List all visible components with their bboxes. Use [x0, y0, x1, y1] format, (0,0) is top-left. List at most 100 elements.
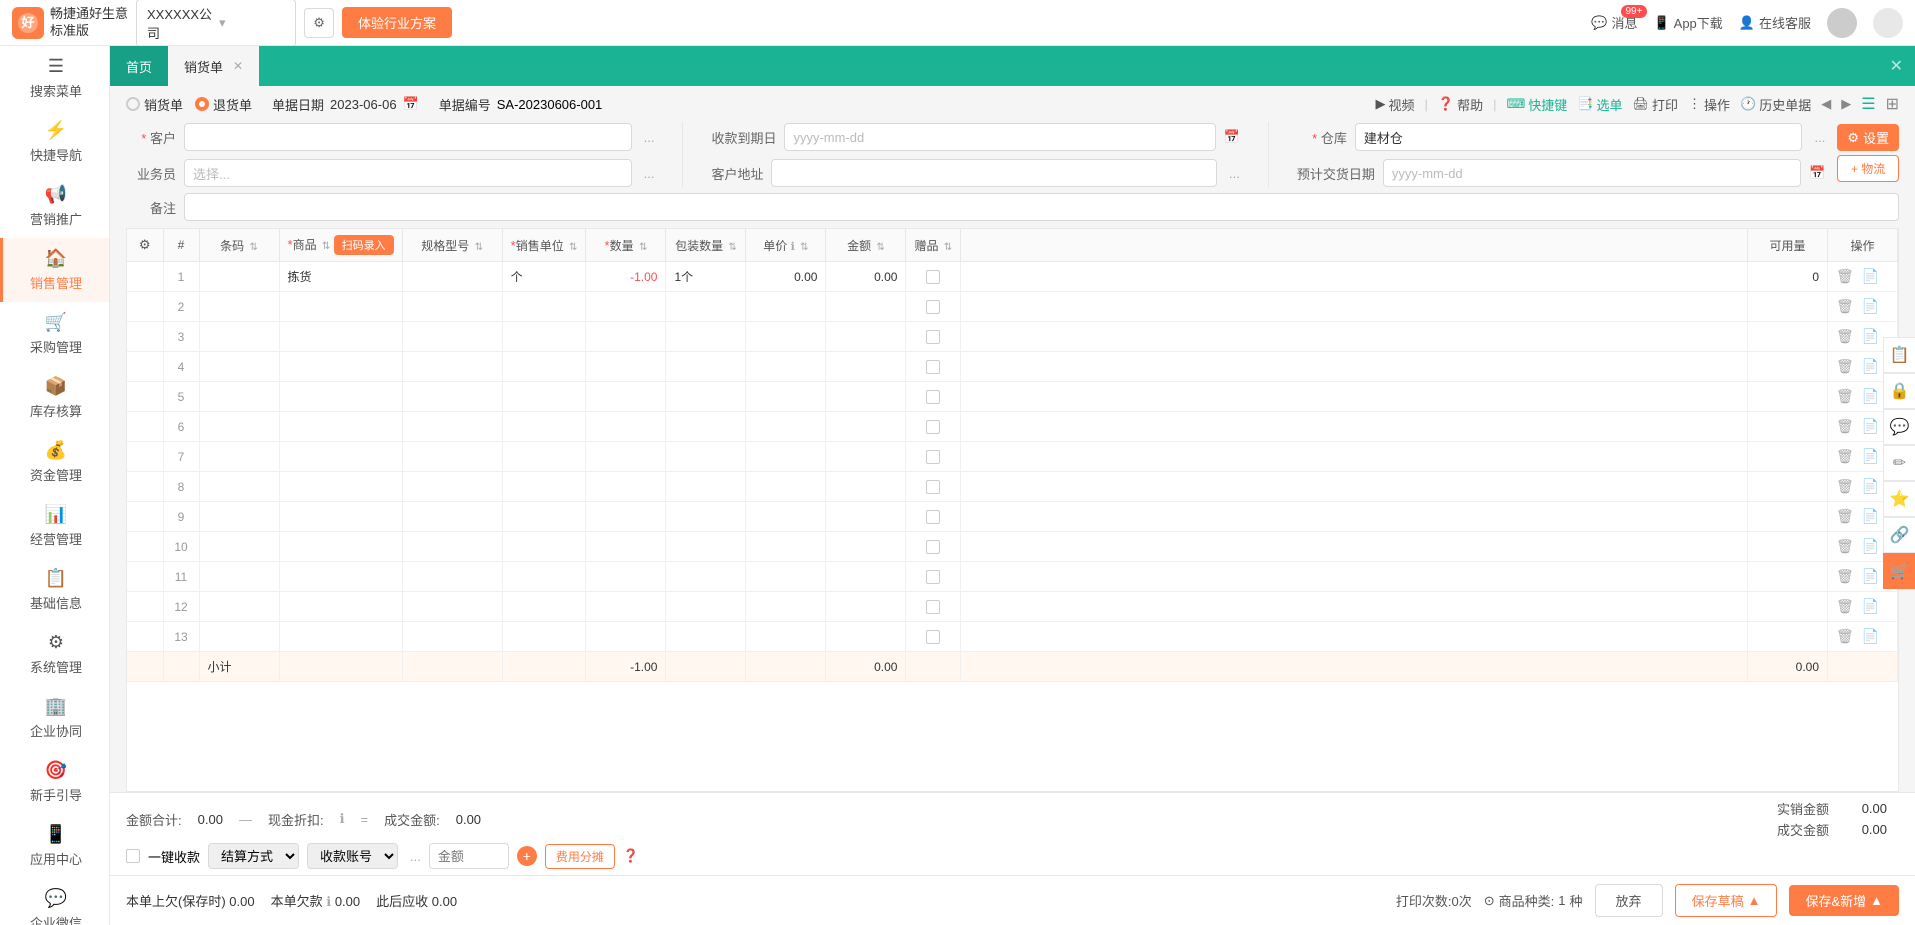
gift-checkbox-9[interactable] — [926, 540, 940, 554]
row-unit-3[interactable] — [502, 352, 586, 382]
sort-barcode[interactable]: ⇅ — [249, 242, 257, 253]
gift-checkbox-2[interactable] — [926, 330, 940, 344]
tab-close-icon[interactable]: ✕ — [233, 59, 243, 73]
row-amount-4[interactable] — [826, 382, 906, 412]
salesperson-dots[interactable]: ... — [644, 166, 655, 181]
row-qty-1[interactable] — [586, 292, 666, 322]
row-amount-0[interactable]: 0.00 — [826, 262, 906, 292]
row-price-0[interactable]: 0.00 — [746, 262, 826, 292]
next-record-icon[interactable]: ▶ — [1841, 96, 1851, 112]
deficit-info-icon[interactable]: ℹ — [326, 894, 331, 909]
gift-checkbox-7[interactable] — [926, 480, 940, 494]
price-info-icon[interactable]: ℹ — [791, 241, 795, 253]
gift-checkbox-4[interactable] — [926, 390, 940, 404]
row-barcode-4[interactable] — [199, 382, 279, 412]
row-barcode-5[interactable] — [199, 412, 279, 442]
row-price-5[interactable] — [746, 412, 826, 442]
delete-icon-5[interactable]: 🗑 — [1836, 418, 1854, 435]
payment-date-input[interactable]: yyyy-mm-dd — [784, 123, 1215, 151]
form-settings-btn[interactable]: ⚙ 设置 — [1837, 124, 1899, 151]
logistics-btn[interactable]: + 物流 — [1837, 155, 1899, 182]
row-price-6[interactable] — [746, 442, 826, 472]
row-barcode-10[interactable] — [199, 562, 279, 592]
gift-checkbox-1[interactable] — [926, 300, 940, 314]
row-product-12[interactable] — [279, 622, 402, 652]
row-gift-3[interactable] — [906, 352, 961, 382]
delivery-date-input[interactable]: yyyy-mm-dd — [1383, 159, 1801, 187]
row-amount-9[interactable] — [826, 532, 906, 562]
delete-icon-10[interactable]: 🗑 — [1836, 568, 1854, 585]
customer-addr-input[interactable] — [771, 159, 1217, 187]
row-spec-11[interactable] — [402, 592, 502, 622]
copy-icon-12[interactable]: 📄 — [1862, 628, 1879, 645]
gift-checkbox-8[interactable] — [926, 510, 940, 524]
row-amount-7[interactable] — [826, 472, 906, 502]
row-spec-8[interactable] — [402, 502, 502, 532]
row-price-9[interactable] — [746, 532, 826, 562]
delete-icon-12[interactable]: 🗑 — [1836, 628, 1854, 645]
print-btn[interactable]: 🖨 打印 — [1633, 95, 1679, 114]
copy-icon-11[interactable]: 📄 — [1862, 598, 1879, 615]
row-price-12[interactable] — [746, 622, 826, 652]
row-spec-4[interactable] — [402, 382, 502, 412]
warehouse-dots[interactable]: ... — [1814, 130, 1825, 145]
row-barcode-2[interactable] — [199, 322, 279, 352]
copy-icon-4[interactable]: 📄 — [1862, 388, 1879, 405]
customer-addr-dots[interactable]: ... — [1229, 166, 1240, 181]
delivery-calendar-icon[interactable]: 📅 — [1809, 165, 1825, 181]
row-qty-12[interactable] — [586, 622, 666, 652]
sort-price[interactable]: ⇅ — [800, 242, 808, 253]
sort-pkg[interactable]: ⇅ — [728, 242, 736, 253]
sidebar-item-finance[interactable]: 💰 资金管理 — [0, 430, 109, 494]
row-barcode-8[interactable] — [199, 502, 279, 532]
row-price-4[interactable] — [746, 382, 826, 412]
online-service-btn[interactable]: 👤 在线客服 — [1739, 13, 1811, 32]
row-price-8[interactable] — [746, 502, 826, 532]
sort-qty[interactable]: ⇅ — [639, 242, 647, 253]
row-amount-6[interactable] — [826, 442, 906, 472]
trial-button[interactable]: 体验行业方案 — [342, 7, 452, 38]
row-product-0[interactable]: 拣货 — [279, 262, 402, 292]
gift-checkbox-5[interactable] — [926, 420, 940, 434]
add-payment-btn[interactable]: + — [517, 846, 537, 866]
row-spec-6[interactable] — [402, 442, 502, 472]
row-pkg-7[interactable] — [666, 472, 746, 502]
cash-discount-info-icon[interactable]: ℹ — [340, 811, 345, 827]
expense-split-btn[interactable]: 费用分摊 — [545, 844, 615, 869]
row-unit-0[interactable]: 个 — [502, 262, 586, 292]
sidebar-item-basicinfo[interactable]: 📋 基础信息 — [0, 558, 109, 622]
avatar[interactable] — [1827, 8, 1857, 38]
row-pkg-8[interactable] — [666, 502, 746, 532]
account-dots[interactable]: ... — [410, 849, 421, 864]
copy-icon-2[interactable]: 📄 — [1862, 328, 1879, 345]
row-amount-5[interactable] — [826, 412, 906, 442]
operations-btn[interactable]: ⋮ 操作 — [1688, 95, 1730, 114]
account-select[interactable]: 收款账号 — [307, 843, 398, 869]
row-product-3[interactable] — [279, 352, 402, 382]
row-gift-11[interactable] — [906, 592, 961, 622]
row-qty-4[interactable] — [586, 382, 666, 412]
sidebar-item-sales[interactable]: 🏠 销售管理 — [0, 238, 109, 302]
row-gift-12[interactable] — [906, 622, 961, 652]
row-amount-11[interactable] — [826, 592, 906, 622]
delete-icon-9[interactable]: 🗑 — [1836, 538, 1854, 555]
row-gift-1[interactable] — [906, 292, 961, 322]
row-qty-11[interactable] — [586, 592, 666, 622]
gift-checkbox-12[interactable] — [926, 630, 940, 644]
row-gift-8[interactable] — [906, 502, 961, 532]
sort-spec[interactable]: ⇅ — [475, 242, 483, 253]
row-spec-5[interactable] — [402, 412, 502, 442]
copy-icon-8[interactable]: 📄 — [1862, 508, 1879, 525]
row-product-7[interactable] — [279, 472, 402, 502]
company-select[interactable]: XXXXXX公司 ▾ — [136, 0, 296, 47]
copy-icon-5[interactable]: 📄 — [1862, 418, 1879, 435]
row-unit-1[interactable] — [502, 292, 586, 322]
float-btn-1[interactable]: 📋 — [1883, 337, 1915, 373]
shortcut-btn[interactable]: ⌨ 快捷键 — [1507, 95, 1568, 114]
copy-icon-7[interactable]: 📄 — [1862, 478, 1879, 495]
delete-icon-1[interactable]: 🗑 — [1836, 298, 1854, 315]
row-barcode-1[interactable] — [199, 292, 279, 322]
row-qty-10[interactable] — [586, 562, 666, 592]
row-barcode-0[interactable] — [199, 262, 279, 292]
row-unit-7[interactable] — [502, 472, 586, 502]
